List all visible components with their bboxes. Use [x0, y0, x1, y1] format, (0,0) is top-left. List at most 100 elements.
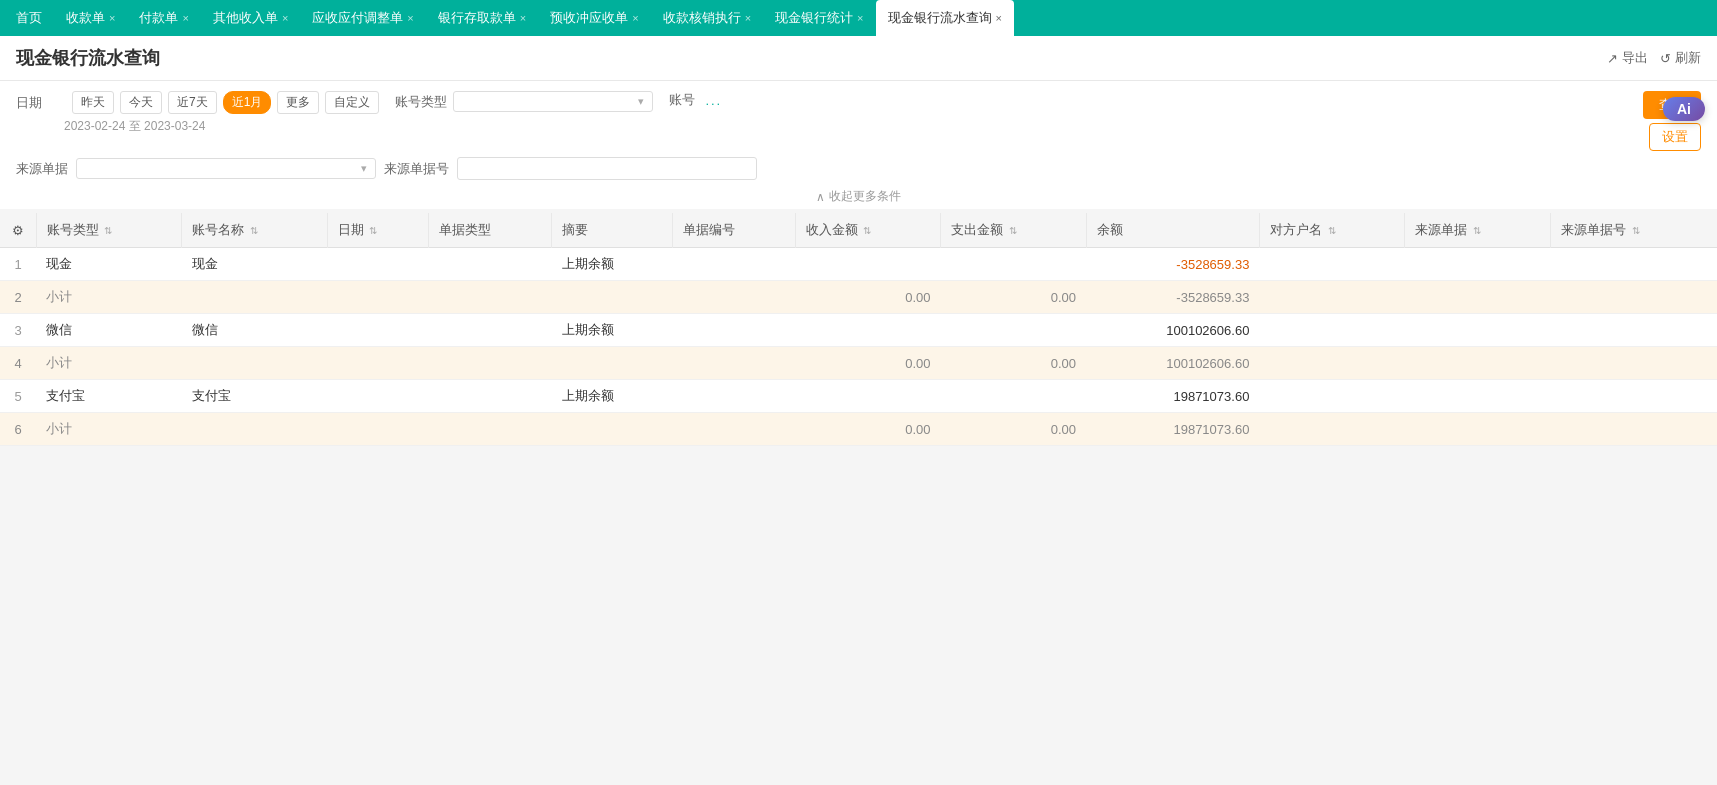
col-counterpart[interactable]: 对方户名 ⇅ — [1259, 213, 1405, 248]
table-row[interactable]: 3 微信 微信 上期余额 100102606.60 — [0, 314, 1717, 347]
cell-doc-type — [429, 413, 552, 446]
refresh-label: 刷新 — [1675, 49, 1701, 67]
table-row[interactable]: 1 现金 现金 上期余额 -3528659.33 — [0, 248, 1717, 281]
cell-num: 5 — [0, 380, 36, 413]
ai-badge[interactable]: Ai — [1663, 97, 1705, 121]
date-btn-7days[interactable]: 近7天 — [168, 91, 217, 114]
nav-home[interactable]: 首页 — [4, 0, 54, 36]
col-account-type[interactable]: 账号类型 ⇅ — [36, 213, 182, 248]
cell-num: 4 — [0, 347, 36, 380]
table-area: ⚙ 账号类型 ⇅ 账号名称 ⇅ 日期 ⇅ 单据类型 摘要 — [0, 213, 1717, 446]
account-type-select[interactable]: ▾ — [453, 91, 653, 112]
nav-prepay-label: 预收冲应收单 — [550, 0, 628, 36]
source-doc-label: 来源单据 — [16, 160, 68, 178]
source-doc-no-label: 来源单据号 — [384, 160, 449, 178]
nav-cash-flow-close[interactable]: × — [996, 0, 1002, 36]
col-account-name[interactable]: 账号名称 ⇅ — [182, 213, 328, 248]
cell-source-doc-no — [1550, 248, 1717, 281]
nav-collection[interactable]: 收款核销执行 × — [651, 0, 763, 36]
page-title: 现金银行流水查询 — [16, 46, 160, 70]
nav-payment-close[interactable]: × — [182, 0, 188, 36]
cell-income — [795, 314, 941, 347]
account-label: 账号 — [669, 91, 699, 109]
cell-account-type: 小计 — [36, 281, 182, 314]
setting-button[interactable]: 设置 — [1649, 123, 1701, 151]
col-counterpart-sort-icon: ⇅ — [1328, 225, 1336, 236]
account-dots-button[interactable]: ... — [705, 93, 722, 108]
nav-adjustment[interactable]: 应收应付调整单 × — [300, 0, 425, 36]
cell-summary: 上期余额 — [552, 248, 673, 281]
col-expense[interactable]: 支出金额 ⇅ — [941, 213, 1087, 248]
account-type-label: 账号类型 — [395, 93, 447, 111]
cell-expense: 0.00 — [941, 281, 1087, 314]
col-source-doc[interactable]: 来源单据 ⇅ — [1405, 213, 1551, 248]
col-balance[interactable]: 余额 — [1086, 213, 1259, 248]
col-source-doc-no-sort-icon: ⇅ — [1632, 225, 1640, 236]
date-options: 昨天 今天 近7天 近1月 更多 自定义 — [72, 91, 379, 114]
table-row[interactable]: 2 小计 0.00 0.00 -3528659.33 — [0, 281, 1717, 314]
top-navigation: 首页 收款单 × 付款单 × 其他收入单 × 应收应付调整单 × 银行存取款单 … — [0, 0, 1717, 36]
nav-cash-stats-label: 现金银行统计 — [775, 0, 853, 36]
cell-date — [327, 314, 429, 347]
export-icon: ↗ — [1607, 51, 1618, 66]
col-income[interactable]: 收入金额 ⇅ — [795, 213, 941, 248]
table-row[interactable]: 4 小计 0.00 0.00 100102606.60 — [0, 347, 1717, 380]
nav-cash-stats-close[interactable]: × — [857, 0, 863, 36]
collapse-bar[interactable]: ∧ 收起更多条件 — [16, 184, 1701, 209]
col-income-sort-icon: ⇅ — [863, 225, 871, 236]
source-doc-select[interactable]: ▾ — [76, 158, 376, 179]
nav-bank-deposit-label: 银行存取款单 — [438, 0, 516, 36]
nav-payment-label: 付款单 — [139, 0, 178, 36]
nav-receipt-close[interactable]: × — [109, 0, 115, 36]
table-row[interactable]: 5 支付宝 支付宝 上期余额 19871073.60 — [0, 380, 1717, 413]
export-button[interactable]: ↗ 导出 — [1607, 49, 1648, 67]
col-date-sort-icon: ⇅ — [369, 225, 377, 236]
date-btn-custom[interactable]: 自定义 — [325, 91, 379, 114]
nav-bank-deposit[interactable]: 银行存取款单 × — [426, 0, 538, 36]
date-btn-more[interactable]: 更多 — [277, 91, 319, 114]
table-row[interactable]: 6 小计 0.00 0.00 19871073.60 — [0, 413, 1717, 446]
refresh-icon: ↺ — [1660, 51, 1671, 66]
col-source-doc-sort-icon: ⇅ — [1473, 225, 1481, 236]
source-doc-no-input[interactable] — [457, 157, 757, 180]
cell-income — [795, 248, 941, 281]
nav-receipt[interactable]: 收款单 × — [54, 0, 127, 36]
col-gear[interactable]: ⚙ — [0, 213, 36, 248]
nav-cash-flow[interactable]: 现金银行流水查询 × — [876, 0, 1014, 36]
cell-doc-type — [429, 347, 552, 380]
cell-doc-no — [672, 347, 795, 380]
nav-prepay-close[interactable]: × — [632, 0, 638, 36]
cell-doc-no — [672, 248, 795, 281]
nav-other-income[interactable]: 其他收入单 × — [201, 0, 300, 36]
col-summary[interactable]: 摘要 — [552, 213, 673, 248]
nav-payment[interactable]: 付款单 × — [127, 0, 200, 36]
date-btn-1month[interactable]: 近1月 — [223, 91, 272, 114]
cell-source-doc — [1405, 281, 1551, 314]
refresh-button[interactable]: ↺ 刷新 — [1660, 49, 1701, 67]
date-btn-yesterday[interactable]: 昨天 — [72, 91, 114, 114]
cell-account-name — [182, 281, 328, 314]
nav-adjustment-close[interactable]: × — [407, 0, 413, 36]
date-label: 日期 — [16, 94, 66, 112]
nav-receipt-label: 收款单 — [66, 0, 105, 36]
cell-expense — [941, 248, 1087, 281]
cell-account-name: 支付宝 — [182, 380, 328, 413]
cell-expense: 0.00 — [941, 413, 1087, 446]
col-doc-type-label: 单据类型 — [439, 222, 491, 237]
date-btn-today[interactable]: 今天 — [120, 91, 162, 114]
nav-cash-stats[interactable]: 现金银行统计 × — [763, 0, 875, 36]
col-date[interactable]: 日期 ⇅ — [327, 213, 429, 248]
data-table: ⚙ 账号类型 ⇅ 账号名称 ⇅ 日期 ⇅ 单据类型 摘要 — [0, 213, 1717, 446]
col-doc-type[interactable]: 单据类型 — [429, 213, 552, 248]
nav-other-income-close[interactable]: × — [282, 0, 288, 36]
cell-date — [327, 281, 429, 314]
col-doc-no[interactable]: 单据编号 — [672, 213, 795, 248]
nav-prepay[interactable]: 预收冲应收单 × — [538, 0, 650, 36]
cell-summary — [552, 347, 673, 380]
cell-account-name — [182, 413, 328, 446]
col-counterpart-label: 对方户名 — [1270, 222, 1322, 237]
cell-source-doc-no — [1550, 413, 1717, 446]
col-source-doc-no[interactable]: 来源单据号 ⇅ — [1550, 213, 1717, 248]
nav-collection-close[interactable]: × — [745, 0, 751, 36]
nav-bank-deposit-close[interactable]: × — [520, 0, 526, 36]
